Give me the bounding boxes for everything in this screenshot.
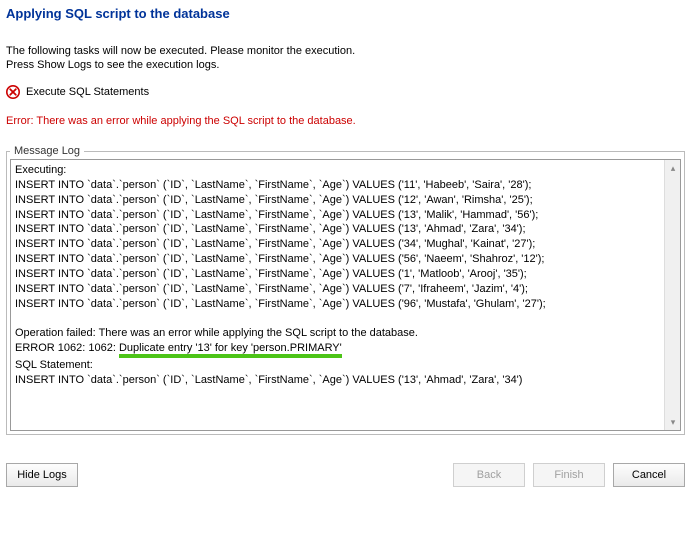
log-insert-line: INSERT INTO `data`.`person` (`ID`, `Last… — [15, 193, 662, 208]
error-icon — [6, 85, 20, 99]
message-log-box: Executing: INSERT INTO `data`.`person` (… — [10, 159, 681, 431]
task-label: Execute SQL Statements — [26, 86, 149, 98]
log-insert-line: INSERT INTO `data`.`person` (`ID`, `Last… — [15, 208, 662, 223]
log-insert-line: INSERT INTO `data`.`person` (`ID`, `Last… — [15, 297, 662, 312]
message-log-legend: Message Log — [10, 145, 84, 157]
scroll-up-icon[interactable]: ▴ — [665, 160, 681, 176]
intro-line-1: The following tasks will now be executed… — [6, 45, 685, 57]
error-summary: Error: There was an error while applying… — [6, 115, 685, 127]
log-executing-label: Executing: — [15, 163, 662, 178]
finish-button: Finish — [533, 463, 605, 487]
cancel-button[interactable]: Cancel — [613, 463, 685, 487]
log-insert-line: INSERT INTO `data`.`person` (`ID`, `Last… — [15, 178, 662, 193]
message-log-content[interactable]: Executing: INSERT INTO `data`.`person` (… — [11, 160, 680, 391]
back-button: Back — [453, 463, 525, 487]
log-insert-line: INSERT INTO `data`.`person` (`ID`, `Last… — [15, 267, 662, 282]
intro-line-2: Press Show Logs to see the execution log… — [6, 59, 685, 71]
log-stmt: INSERT INTO `data`.`person` (`ID`, `Last… — [15, 373, 662, 388]
log-error-line: ERROR 1062: 1062: Duplicate entry '13' f… — [15, 341, 662, 358]
log-insert-line: INSERT INTO `data`.`person` (`ID`, `Last… — [15, 237, 662, 252]
log-insert-line: INSERT INTO `data`.`person` (`ID`, `Last… — [15, 252, 662, 267]
log-stmt-label: SQL Statement: — [15, 358, 662, 373]
message-log-fieldset: Message Log Executing: INSERT INTO `data… — [6, 145, 685, 435]
log-scrollbar[interactable]: ▴ ▾ — [664, 160, 680, 430]
scroll-down-icon[interactable]: ▾ — [665, 414, 681, 430]
task-row: Execute SQL Statements — [6, 85, 685, 99]
log-insert-line: INSERT INTO `data`.`person` (`ID`, `Last… — [15, 282, 662, 297]
log-insert-line: INSERT INTO `data`.`person` (`ID`, `Last… — [15, 222, 662, 237]
footer-bar: Hide Logs Back Finish Cancel — [6, 463, 685, 487]
hide-logs-button[interactable]: Hide Logs — [6, 463, 78, 487]
log-fail-line: Operation failed: There was an error whi… — [15, 326, 662, 341]
page-title: Applying SQL script to the database — [6, 6, 685, 21]
log-error-highlight: Duplicate entry '13' for key 'person.PRI… — [119, 344, 342, 358]
